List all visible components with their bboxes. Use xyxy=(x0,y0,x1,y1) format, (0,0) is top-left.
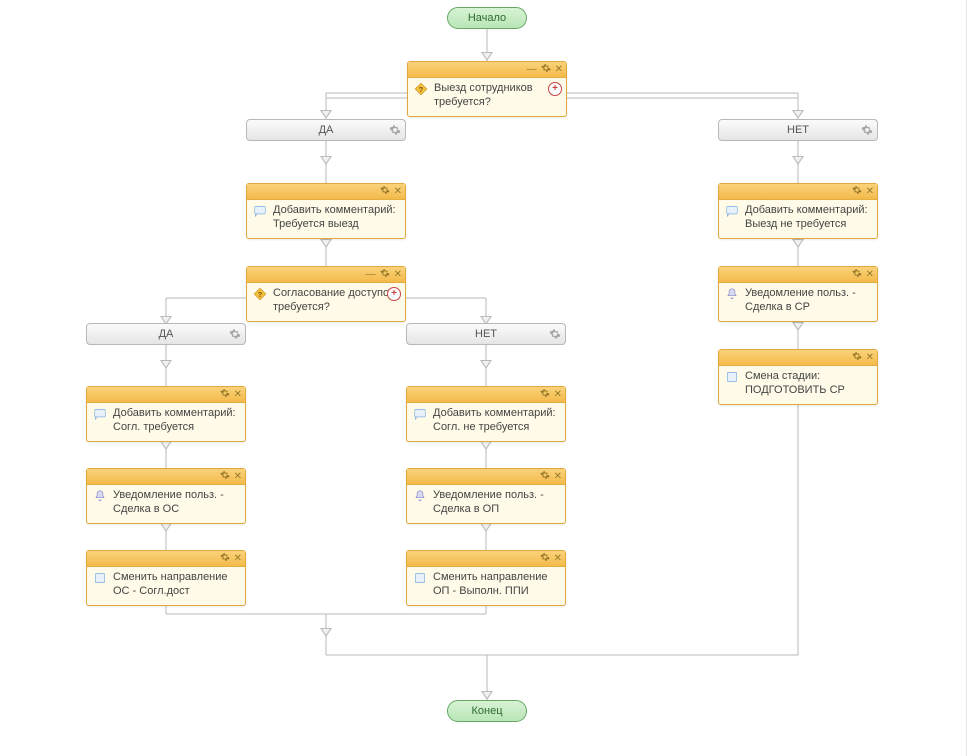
node-titlebar: ✕ xyxy=(247,184,405,200)
action-add-comment-travel-not-needed[interactable]: ✕ Добавить комментарий: Выезд не требует… xyxy=(718,183,878,239)
close-icon[interactable]: ✕ xyxy=(234,472,242,482)
close-icon[interactable]: ✕ xyxy=(866,353,874,363)
add-branch-icon[interactable]: + xyxy=(548,82,562,96)
node-titlebar: ✕ xyxy=(407,469,565,485)
stage-icon xyxy=(725,370,739,384)
branch-yes-1[interactable]: ДА xyxy=(246,119,406,141)
minimize-icon[interactable]: — xyxy=(527,65,537,75)
close-icon[interactable]: ✕ xyxy=(234,390,242,400)
end-node[interactable]: Конец xyxy=(447,700,527,722)
node-titlebar: ✕ xyxy=(87,469,245,485)
action-add-comment-access-not-needed[interactable]: ✕ Добавить комментарий: Согл. не требует… xyxy=(406,386,566,442)
action-notify-user-sr[interactable]: ✕ Уведомление польз. - Сделка в СР xyxy=(718,266,878,322)
gear-icon[interactable] xyxy=(540,388,550,401)
close-icon[interactable]: ✕ xyxy=(394,270,402,280)
gear-icon[interactable] xyxy=(861,123,873,143)
node-label: Смена стадии: ПОДГОТОВИТЬ СР xyxy=(745,370,871,398)
node-titlebar: ✕ xyxy=(719,267,877,283)
branch-no-1[interactable]: НЕТ xyxy=(718,119,878,141)
close-icon[interactable]: ✕ xyxy=(234,554,242,564)
gear-icon[interactable] xyxy=(229,327,241,347)
node-titlebar: ✕ xyxy=(87,551,245,567)
branch-label: НЕТ xyxy=(475,328,497,340)
node-titlebar: ✕ xyxy=(719,184,877,200)
gear-icon[interactable] xyxy=(852,351,862,364)
gear-icon[interactable] xyxy=(549,327,561,347)
close-icon[interactable]: ✕ xyxy=(554,554,562,564)
action-change-stage-sr[interactable]: ✕ Смена стадии: ПОДГОТОВИТЬ СР xyxy=(718,349,878,405)
node-label: Согласование доступов требуется? xyxy=(273,287,399,315)
branch-label: НЕТ xyxy=(787,124,809,136)
gear-icon[interactable] xyxy=(852,185,862,198)
node-label: Сменить направление ОС - Согл.дост xyxy=(113,571,239,599)
node-label: Выезд сотрудников требуется? xyxy=(434,82,560,110)
comment-icon xyxy=(253,204,267,218)
branch-no-2[interactable]: НЕТ xyxy=(406,323,566,345)
node-label: Сменить направление ОП - Выполн. ППИ xyxy=(433,571,559,599)
branch-label: ДА xyxy=(319,124,334,136)
node-titlebar: ✕ xyxy=(407,551,565,567)
action-notify-user-os[interactable]: ✕ Уведомление польз. - Сделка в ОС xyxy=(86,468,246,524)
close-icon[interactable]: ✕ xyxy=(554,390,562,400)
gear-icon[interactable] xyxy=(220,470,230,483)
node-titlebar: ✕ xyxy=(87,387,245,403)
node-titlebar: ✕ xyxy=(407,387,565,403)
start-node[interactable]: Начало xyxy=(447,7,527,29)
gear-icon[interactable] xyxy=(541,63,551,76)
gear-icon[interactable] xyxy=(540,552,550,565)
comment-icon xyxy=(93,407,107,421)
decision-access-approval-required[interactable]: — ✕ ? Согласование доступов требуется? + xyxy=(246,266,406,322)
close-icon[interactable]: ✕ xyxy=(554,472,562,482)
question-icon: ? xyxy=(253,287,267,301)
gear-icon[interactable] xyxy=(220,552,230,565)
gear-icon[interactable] xyxy=(389,123,401,143)
notification-icon xyxy=(725,287,739,301)
action-add-comment-access-needed[interactable]: ✕ Добавить комментарий: Согл. требуется xyxy=(86,386,246,442)
notification-icon xyxy=(413,489,427,503)
flowchart-canvas: Начало — ✕ ? Выезд сотрудников требуется… xyxy=(0,0,971,756)
node-label: Добавить комментарий: Согл. не требуется xyxy=(433,407,559,435)
svg-text:?: ? xyxy=(419,85,424,94)
action-change-direction-os[interactable]: ✕ Сменить направление ОС - Согл.дост xyxy=(86,550,246,606)
end-label: Конец xyxy=(471,705,502,717)
action-add-comment-travel-needed[interactable]: ✕ Добавить комментарий: Требуется выезд xyxy=(246,183,406,239)
gear-icon[interactable] xyxy=(380,268,390,281)
close-icon[interactable]: ✕ xyxy=(866,187,874,197)
node-label: Добавить комментарий: Согл. требуется xyxy=(113,407,239,435)
gear-icon[interactable] xyxy=(380,185,390,198)
node-label: Уведомление польз. - Сделка в СР xyxy=(745,287,871,315)
close-icon[interactable]: ✕ xyxy=(394,187,402,197)
close-icon[interactable]: ✕ xyxy=(555,65,563,75)
stage-icon xyxy=(413,571,427,585)
start-label: Начало xyxy=(468,12,506,24)
gear-icon[interactable] xyxy=(220,388,230,401)
gear-icon[interactable] xyxy=(540,470,550,483)
action-change-direction-op[interactable]: ✕ Сменить направление ОП - Выполн. ППИ xyxy=(406,550,566,606)
node-titlebar: — ✕ xyxy=(247,267,405,283)
comment-icon xyxy=(413,407,427,421)
svg-text:?: ? xyxy=(258,290,263,299)
close-icon[interactable]: ✕ xyxy=(866,270,874,280)
right-separator xyxy=(966,0,967,756)
branch-label: ДА xyxy=(159,328,174,340)
node-label: Уведомление польз. - Сделка в ОС xyxy=(113,489,239,517)
question-icon: ? xyxy=(414,82,428,96)
notification-icon xyxy=(93,489,107,503)
add-branch-icon[interactable]: + xyxy=(387,287,401,301)
node-label: Добавить комментарий: Требуется выезд xyxy=(273,204,399,232)
node-titlebar: — ✕ xyxy=(408,62,566,78)
node-titlebar: ✕ xyxy=(719,350,877,366)
comment-icon xyxy=(725,204,739,218)
stage-icon xyxy=(93,571,107,585)
minimize-icon[interactable]: — xyxy=(366,270,376,280)
gear-icon[interactable] xyxy=(852,268,862,281)
action-notify-user-op[interactable]: ✕ Уведомление польз. - Сделка в ОП xyxy=(406,468,566,524)
decision-travel-required[interactable]: — ✕ ? Выезд сотрудников требуется? + xyxy=(407,61,567,117)
node-label: Уведомление польз. - Сделка в ОП xyxy=(433,489,559,517)
branch-yes-2[interactable]: ДА xyxy=(86,323,246,345)
node-label: Добавить комментарий: Выезд не требуется xyxy=(745,204,871,232)
